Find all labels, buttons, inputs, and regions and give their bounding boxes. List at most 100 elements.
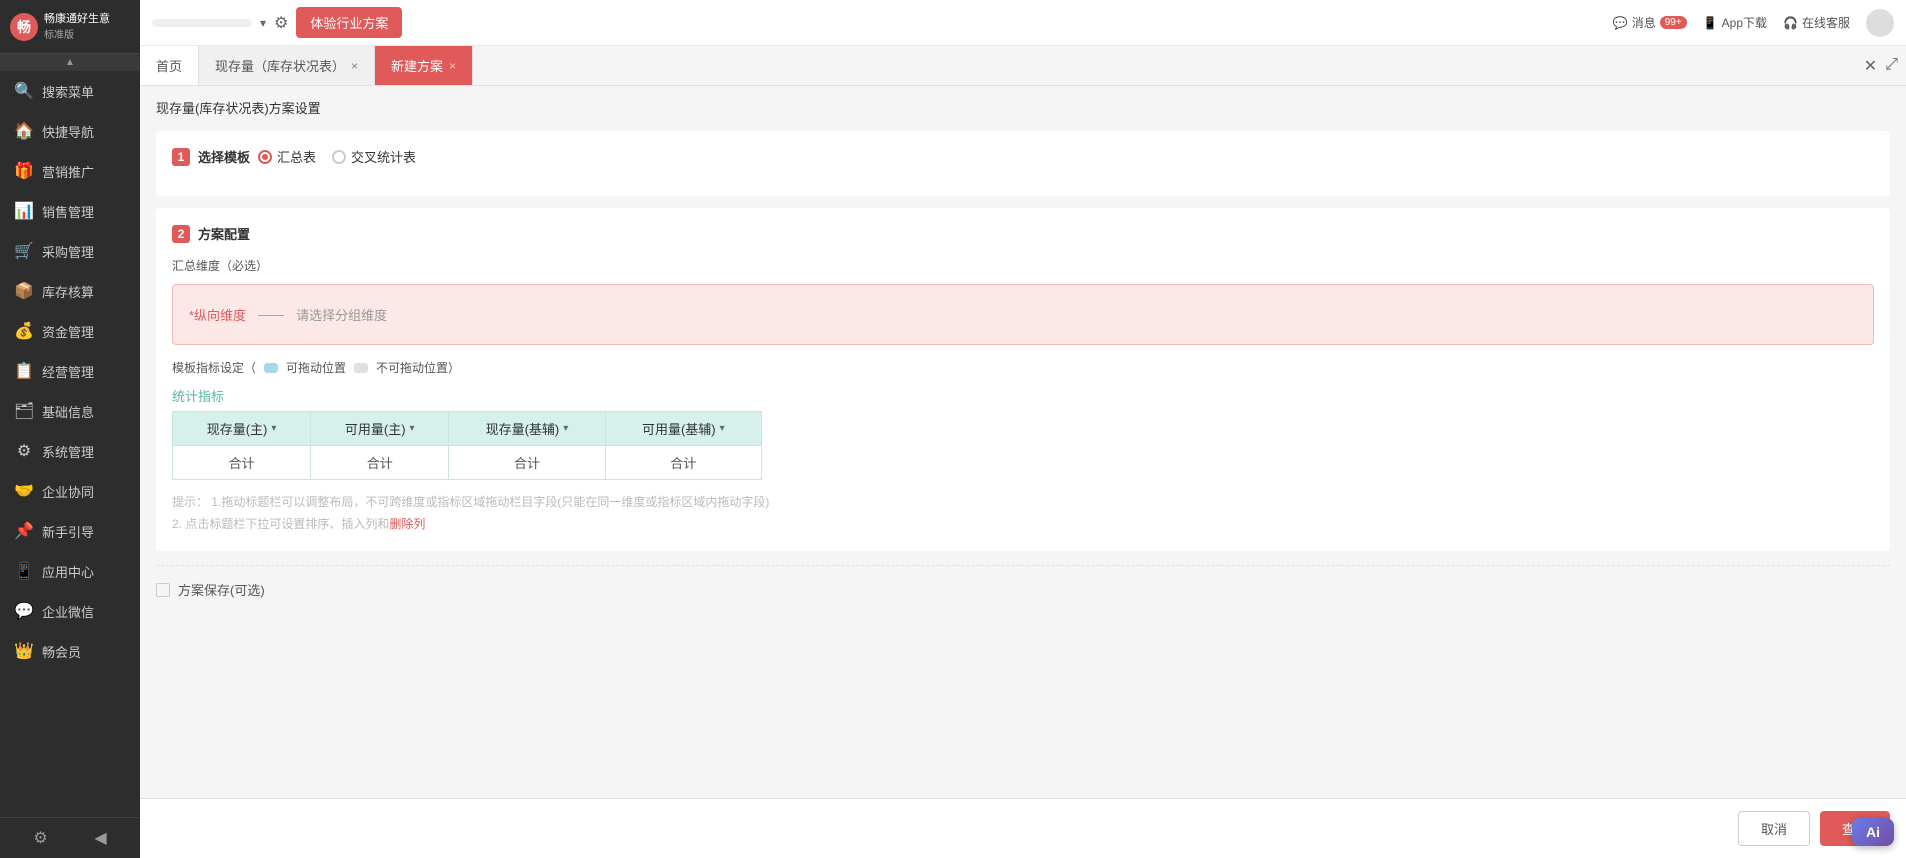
radio-cross[interactable]: 交叉统计表 xyxy=(332,147,416,166)
nav-label-quick-nav: 快捷导航 xyxy=(42,122,94,141)
ai-fab-button[interactable]: Ai xyxy=(1852,818,1894,846)
indicator-settings-label: 模板指标设定（ xyxy=(172,359,256,376)
stats-col-4-label: 可用量(基辅) xyxy=(642,419,716,438)
stats-section-title: 统计指标 xyxy=(172,386,1874,405)
nav-label-system: 系统管理 xyxy=(42,442,94,461)
sidebar-item-quick-nav[interactable]: 🏠 快捷导航 xyxy=(0,111,140,151)
movable-indicator-dot xyxy=(264,363,278,373)
nav-label-enterprise-wechat: 企业微信 xyxy=(42,602,94,621)
dimension-placeholder: 请选择分组维度 xyxy=(296,305,387,324)
tab-home-label: 首页 xyxy=(156,56,182,75)
radio-cross-label: 交叉统计表 xyxy=(351,147,416,166)
stats-col-1[interactable]: 现存量(主) ▾ xyxy=(173,412,311,446)
nav-label-purchase: 采购管理 xyxy=(42,242,94,261)
user-avatar[interactable] xyxy=(1866,9,1894,37)
dimension-label: 汇总维度（必选） xyxy=(172,257,1874,274)
nav-icon-finance: 💰 xyxy=(14,321,34,341)
sidebar-item-cooperation[interactable]: 🤝企业协同 xyxy=(0,471,140,511)
sidebar-item-app-center[interactable]: 📱应用中心 xyxy=(0,551,140,591)
tabs-bar: 首页 现存量（库存状况表） × 新建方案 × ✕ ⤢ xyxy=(140,46,1906,86)
customer-service-icon: 🎧 xyxy=(1783,16,1798,30)
nav-label-search: 搜索菜单 xyxy=(42,82,94,101)
sidebar-item-sales[interactable]: 📊销售管理 xyxy=(0,191,140,231)
cancel-button[interactable]: 取消 xyxy=(1738,811,1810,846)
sidebar-item-purchase[interactable]: 🛒 采购管理 xyxy=(0,231,140,271)
nav-label-cooperation: 企业协同 xyxy=(42,482,94,501)
sidebar-item-new-guide[interactable]: 📌新手引导 xyxy=(0,511,140,551)
app-version: 标准版 xyxy=(44,26,110,41)
step1-section: 1 选择模板 汇总表 交叉统计表 xyxy=(156,131,1890,196)
stats-col-3-label: 现存量(基辅) xyxy=(486,419,560,438)
sidebar-item-finance[interactable]: 💰资金管理 xyxy=(0,311,140,351)
page-content: 现存量(库存状况表)方案设置 1 选择模板 汇总表 交叉统计表 xyxy=(140,86,1906,798)
step1-header: 1 选择模板 汇总表 交叉统计表 xyxy=(172,147,1874,166)
tip-2: 2. 点击标题栏下拉可设置排序、插入列和删除列 xyxy=(172,514,1874,536)
message-badge: 99+ xyxy=(1660,16,1687,29)
nav-icon-operations: 📋 xyxy=(14,361,34,381)
app-download-label: App下载 xyxy=(1722,14,1767,31)
nav-icon-basic-info: 🗂 xyxy=(14,401,34,421)
stats-cell-3: 合计 xyxy=(449,446,605,480)
stats-cell-4: 合计 xyxy=(605,446,761,480)
app-download-item[interactable]: 📱 App下载 xyxy=(1703,14,1767,31)
radio-cross-dot xyxy=(332,150,346,164)
tab-new-plan[interactable]: 新建方案 × xyxy=(375,46,473,85)
tab-new-plan-close-icon[interactable]: × xyxy=(449,59,456,73)
save-row: 方案保存(可选) xyxy=(156,580,1890,599)
movable-label: 可拖动位置 xyxy=(286,359,346,376)
stats-table-header-row: 现存量(主) ▾ 可用量(主) ▾ 现存量(基辅 xyxy=(173,412,762,446)
stats-col-2-label: 可用量(主) xyxy=(345,419,406,438)
stats-col-2[interactable]: 可用量(主) ▾ xyxy=(311,412,449,446)
customer-service-label: 在线客服 xyxy=(1802,14,1850,31)
message-icon: 💬 xyxy=(1613,16,1628,30)
sidebar-scroll-up[interactable]: ▲ xyxy=(0,54,140,71)
settings-icon[interactable]: ⚙ xyxy=(33,828,47,848)
sidebar-item-enterprise-wechat[interactable]: 💬企业微信 xyxy=(0,591,140,631)
sidebar-item-basic-info[interactable]: 🗂 基础信息 xyxy=(0,391,140,431)
sidebar-item-search[interactable]: 🔍 搜索菜单 xyxy=(0,71,140,111)
nav-icon-sales: 📊 xyxy=(14,201,34,221)
nav-icon-quick-nav: 🏠 xyxy=(14,121,34,141)
tab-inventory-status[interactable]: 现存量（库存状况表） × xyxy=(199,46,375,85)
sidebar-item-system[interactable]: ⚙系统管理 xyxy=(0,431,140,471)
step1-title: 选择模板 xyxy=(198,147,250,166)
app-name: 畅康通好生意 xyxy=(44,12,110,26)
sidebar-item-vip[interactable]: 👑畅会员 xyxy=(0,631,140,671)
sidebar-item-operations[interactable]: 📋 经营管理 xyxy=(0,351,140,391)
nav-icon-purchase: 🛒 xyxy=(14,241,34,261)
nav-icon-inventory: 📦 xyxy=(14,281,34,301)
nav-label-basic-info: 基础信息 xyxy=(42,402,94,421)
nav-icon-vip: 👑 xyxy=(14,641,34,661)
radio-summary[interactable]: 汇总表 xyxy=(258,147,316,166)
nav-icon-search: 🔍 xyxy=(14,81,34,101)
sidebar: 畅 畅康通好生意 标准版 ▲ 🔍搜索菜单🏠快捷导航🎁营销推广📊销售管理🛒采购管理… xyxy=(0,0,140,858)
collapse-icon[interactable]: ◀ xyxy=(94,828,106,848)
tab-home[interactable]: 首页 xyxy=(140,46,199,85)
tab-expand-icon[interactable]: ⤢ xyxy=(1885,56,1898,76)
nav-label-operations: 经营管理 xyxy=(42,362,94,381)
tabs-right-controls: ✕ ⤢ xyxy=(1864,56,1906,76)
step1-badge: 1 xyxy=(172,148,190,166)
nav-label-inventory: 库存核算 xyxy=(42,282,94,301)
save-checkbox[interactable] xyxy=(156,583,170,597)
tab-inventory-close-icon[interactable]: × xyxy=(351,59,358,73)
customer-service-item[interactable]: 🎧 在线客服 xyxy=(1783,14,1850,31)
app-download-icon: 📱 xyxy=(1703,16,1718,30)
sidebar-item-marketing[interactable]: 🎁营销推广 xyxy=(0,151,140,191)
tab-close-window-icon[interactable]: ✕ xyxy=(1864,56,1877,76)
dimension-box[interactable]: *纵向维度 —— 请选择分组维度 xyxy=(172,284,1874,345)
stats-col-4[interactable]: 可用量(基辅) ▾ xyxy=(605,412,761,446)
nav-icon-new-guide: 📌 xyxy=(14,521,34,541)
nav-label-marketing: 营销推广 xyxy=(42,162,94,181)
message-item[interactable]: 💬 消息 99+ xyxy=(1613,14,1687,31)
stats-col-2-chevron: ▾ xyxy=(410,423,415,434)
stats-col-3[interactable]: 现存量(基辅) ▾ xyxy=(449,412,605,446)
tip-1: 提示： 1.拖动标题栏可以调整布局，不可跨维度或指标区域拖动栏目字段(只能在同一… xyxy=(172,492,1874,514)
sidebar-item-inventory[interactable]: 📦 库存核算 xyxy=(0,271,140,311)
topbar-gear-icon[interactable]: ⚙ xyxy=(274,13,288,33)
stats-col-3-chevron: ▾ xyxy=(563,423,568,434)
topbar-dropdown[interactable]: ▾ xyxy=(260,16,266,30)
stats-table-data-row: 合计 合计 合计 合计 xyxy=(173,446,762,480)
industry-solution-button[interactable]: 体验行业方案 xyxy=(296,7,402,38)
stats-cell-1: 合计 xyxy=(173,446,311,480)
